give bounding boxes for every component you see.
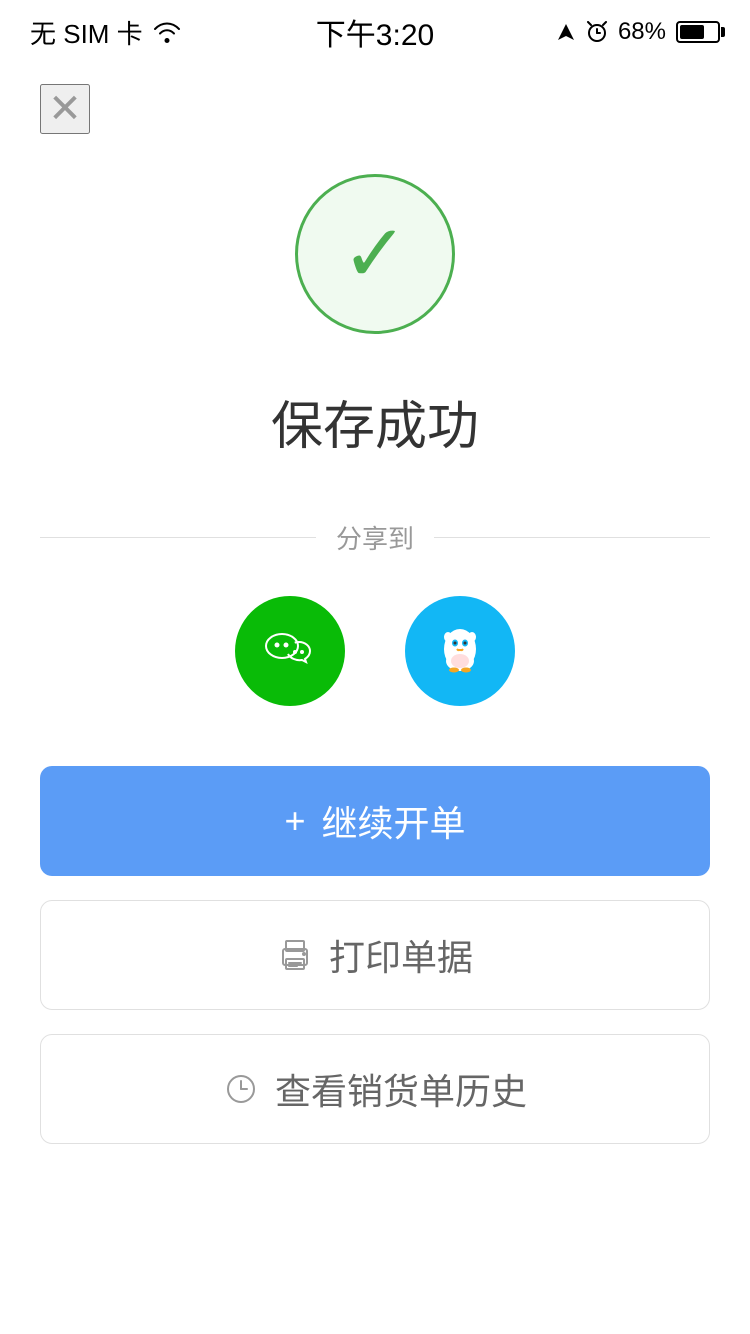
status-carrier: 无 SIM 卡 (30, 14, 181, 51)
wifi-icon (153, 21, 181, 43)
carrier-text: 无 SIM 卡 (30, 14, 143, 51)
print-button[interactable]: 打印单据 (40, 900, 710, 1010)
history-button[interactable]: 查看销货单历史 (40, 1034, 710, 1144)
wechat-share-button[interactable] (235, 596, 345, 706)
main-content: ✕ ✓ 保存成功 分享到 (0, 64, 750, 1208)
status-bar: 无 SIM 卡 下午3:20 68% (0, 0, 750, 64)
continue-label: 继续开单 (322, 795, 466, 847)
success-title: 保存成功 (271, 384, 479, 459)
share-label: 分享到 (336, 519, 414, 556)
continue-plus-icon: + (284, 800, 305, 842)
print-label: 打印单据 (329, 929, 473, 981)
share-row (235, 596, 515, 706)
continue-button[interactable]: + 继续开单 (40, 766, 710, 876)
status-right: 68% (556, 18, 720, 46)
success-icon-circle: ✓ (295, 174, 455, 334)
wechat-icon (258, 619, 322, 683)
divider-left (40, 537, 316, 538)
qq-icon (428, 619, 492, 683)
location-icon (556, 22, 576, 42)
close-icon: ✕ (48, 89, 82, 129)
printer-icon (277, 937, 313, 973)
alarm-icon (586, 21, 608, 43)
status-time: 下午3:20 (316, 10, 434, 54)
battery-indicator (676, 21, 720, 43)
qq-share-button[interactable] (405, 596, 515, 706)
history-label: 查看销货单历史 (275, 1063, 527, 1115)
share-divider: 分享到 (40, 519, 710, 556)
battery-percentage: 68% (618, 18, 666, 46)
clock-icon (223, 1071, 259, 1107)
checkmark-icon: ✓ (341, 214, 408, 294)
divider-right (434, 537, 710, 538)
close-button[interactable]: ✕ (40, 84, 90, 134)
